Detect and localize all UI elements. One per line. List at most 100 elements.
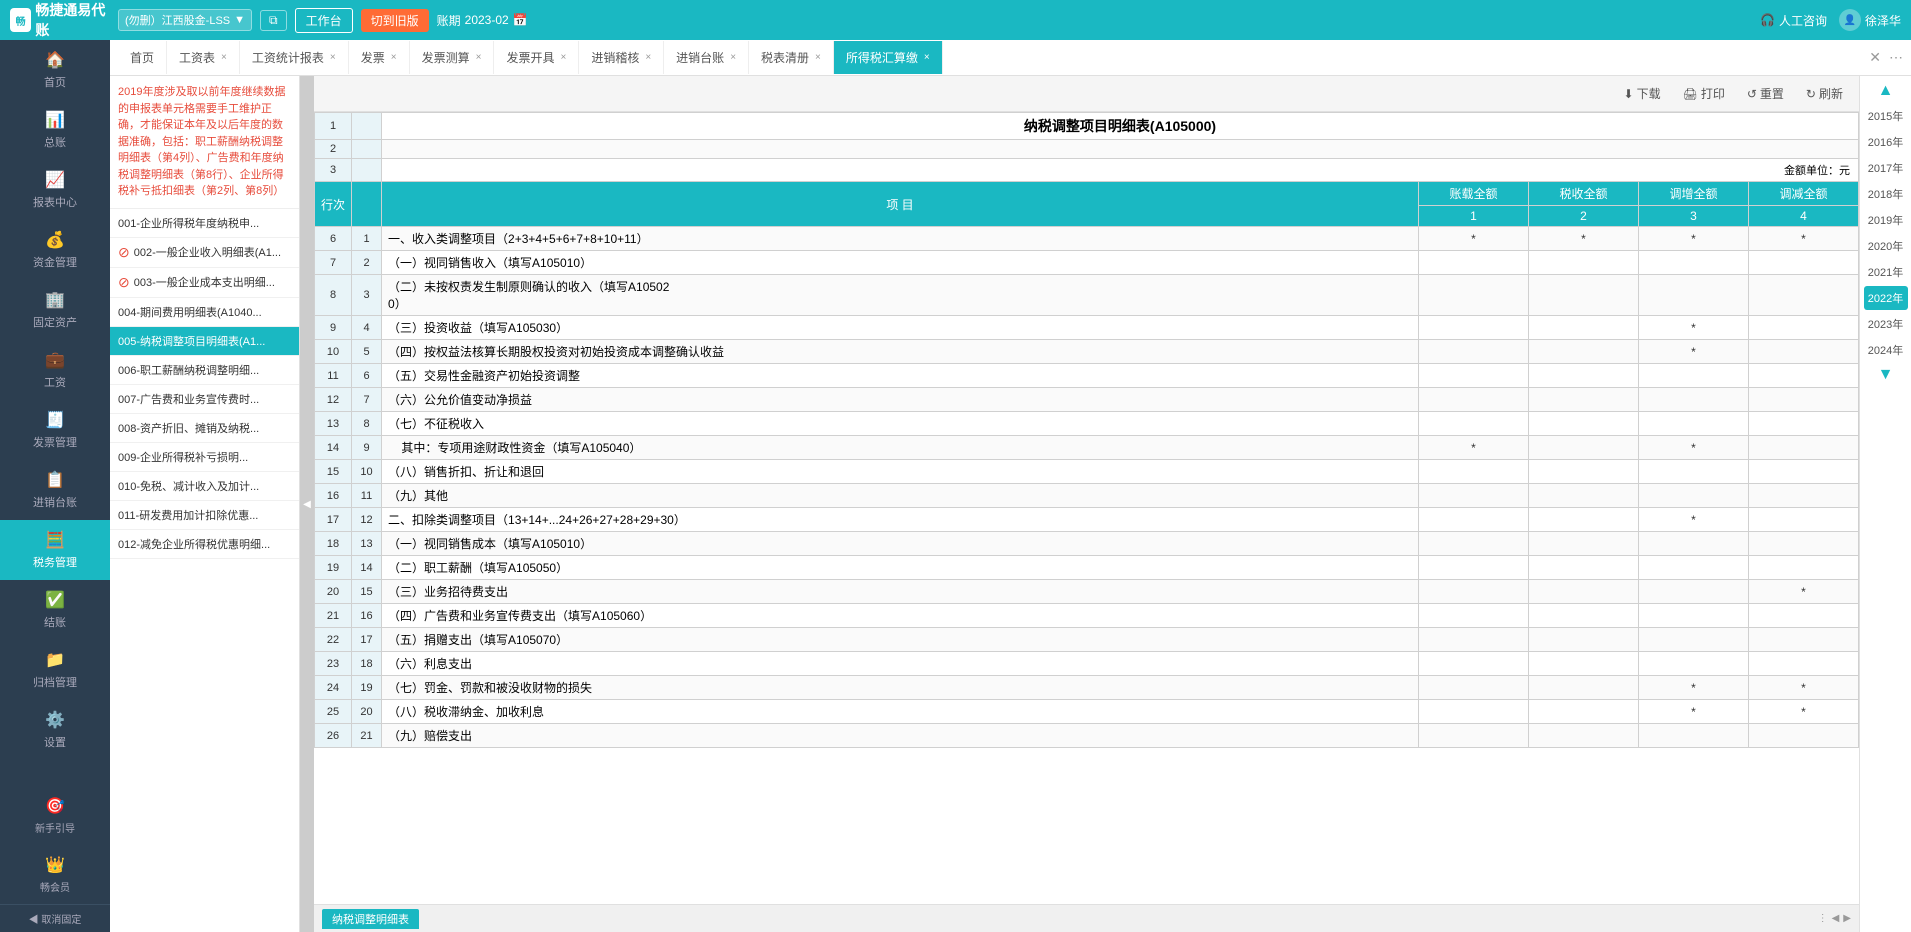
tab-close-purchase-ledger[interactable]: × (730, 52, 736, 63)
sidebar-item-home[interactable]: 🏠 首页 (0, 40, 110, 100)
year-nav-up[interactable]: ▲ (1876, 80, 1896, 102)
table-container[interactable]: 1 纳税调整项目明细表(A105000) 2 (314, 112, 1859, 904)
scroll-left[interactable]: ◀ (1832, 913, 1840, 924)
tab-purchase-check[interactable]: 进销稽核× (579, 41, 664, 74)
file-item-004[interactable]: 004-期间费用明细表(A1040... (110, 298, 299, 327)
bottom-bar: 纳税调整明细表 ⋮ ◀ ▶ (314, 904, 1859, 932)
left-panel: 2019年度涉及取以前年度继续数据的申报表单元格需要手工维护正确，才能保证本年及… (110, 76, 300, 932)
tab-invoice-calc[interactable]: 发票测算× (410, 41, 495, 74)
file-item-009[interactable]: 009-企业所得税补亏损明... (110, 443, 299, 472)
bottom-tab-item[interactable]: 纳税调整明细表 (322, 909, 419, 929)
sidebar-item-payroll[interactable]: 💼 工资 (0, 340, 110, 400)
sidebar-item-finance[interactable]: 💰 资金管理 (0, 220, 110, 280)
year-2015[interactable]: 2015年 (1864, 104, 1908, 128)
scroll-right[interactable]: ▶ (1843, 913, 1851, 924)
table-row: 18 13 （一）视同销售成本（填写A105010） (315, 532, 1859, 556)
right-panel: ⬇ 下载 🖨 打印 ↺ 重置 ↻ 刷新 (314, 76, 1859, 932)
old-version-button[interactable]: 切到旧版 (361, 9, 429, 32)
tab-close-income-tax[interactable]: × (924, 52, 930, 63)
refresh-button[interactable]: ↻ 刷新 (1800, 82, 1849, 105)
tab-close-invoice-calc[interactable]: × (476, 52, 482, 63)
sidebar-item-tax[interactable]: 🧮 税务管理 (0, 520, 110, 580)
download-button[interactable]: ⬇ 下载 (1618, 82, 1667, 105)
company-select[interactable]: (勿删）江西股金-LSS ▼ (118, 9, 252, 31)
tab-tax-table[interactable]: 税表清册× (749, 41, 834, 74)
reset-button[interactable]: ↺ 重置 (1741, 82, 1790, 105)
home-icon: 🏠 (45, 50, 65, 70)
sidebar-item-settings[interactable]: ⚙️ 设置 (0, 700, 110, 760)
copy-button[interactable]: ⧉ (260, 10, 287, 31)
file-item-011[interactable]: 011-研发费用加计扣除优惠... (110, 501, 299, 530)
file-item-008[interactable]: 008-资产折旧、摊销及纳税... (110, 414, 299, 443)
year-2022[interactable]: 2022年 (1864, 286, 1908, 310)
tab-close-tax-table[interactable]: × (815, 52, 821, 63)
sidebar-label-member: 畅会员 (40, 879, 70, 894)
table-row: 12 7 （六）公允价值变动净损益 (315, 388, 1859, 412)
print-button[interactable]: 🖨 打印 (1677, 82, 1731, 105)
tab-close-all[interactable]: ✕ (1869, 49, 1881, 66)
unpin-bar[interactable]: ◀ 取消固定 (0, 904, 110, 932)
year-2018[interactable]: 2018年 (1864, 182, 1908, 206)
tab-invoice-issue[interactable]: 发票开具× (494, 41, 579, 74)
file-item-005[interactable]: 005-纳税调整项目明细表(A1... (110, 327, 299, 356)
tab-home[interactable]: 首页 (118, 41, 167, 74)
error-dot-003: ⊘ (118, 274, 130, 291)
file-item-006[interactable]: 006-职工薪酬纳税调整明细... (110, 356, 299, 385)
tab-purchase-ledger[interactable]: 进销台账× (664, 41, 749, 74)
collapse-button[interactable]: ◀ (300, 76, 314, 932)
workbench-button[interactable]: 工作台 (295, 8, 353, 33)
user-area[interactable]: 👤 徐泽华 (1839, 9, 1901, 31)
sidebar-label-home: 首页 (44, 74, 66, 90)
file-item-012[interactable]: 012-减免企业所得税优惠明细... (110, 530, 299, 559)
sidebar-item-member[interactable]: 👑 畅会员 (0, 845, 110, 904)
table-row: 15 10 （八）销售折扣、折让和退回 (315, 460, 1859, 484)
year-2024[interactable]: 2024年 (1864, 338, 1908, 362)
sidebar-item-archive[interactable]: 📁 归档管理 (0, 640, 110, 700)
col-header-bookval: 账载全额 (1419, 182, 1529, 206)
payroll-icon: 💼 (45, 350, 65, 370)
sidebar-item-invoice[interactable]: 🧾 发票管理 (0, 400, 110, 460)
table-row: 24 19 （七）罚金、罚款和被没收财物的损失 * * (315, 676, 1859, 700)
year-2017[interactable]: 2017年 (1864, 156, 1908, 180)
tab-close-invoice-issue[interactable]: × (560, 52, 566, 63)
table-row: 7 2 （一）视同销售收入（填写A105010） (315, 251, 1859, 275)
tab-close-invoice[interactable]: × (391, 52, 397, 63)
tab-close-payroll[interactable]: × (221, 52, 227, 63)
sidebar-item-ledger[interactable]: 📊 总账 (0, 100, 110, 160)
year-2020[interactable]: 2020年 (1864, 234, 1908, 258)
sidebar-item-reports[interactable]: 📈 报表中心 (0, 160, 110, 220)
tab-close-payroll-stats[interactable]: × (330, 52, 336, 63)
calendar-icon[interactable]: 📅 (513, 13, 528, 27)
table-header-row: 行次 项 目 账载全额 税收全额 调增全额 调减全额 (315, 182, 1859, 206)
tab-invoice[interactable]: 发票× (349, 41, 410, 74)
avatar: 👤 (1839, 9, 1861, 31)
table-row: 2 (315, 140, 1859, 159)
sidebar-item-assets[interactable]: 🏢 固定资产 (0, 280, 110, 340)
col-header-project: 项 目 (382, 182, 1419, 227)
year-nav-down[interactable]: ▼ (1876, 364, 1896, 386)
sidebar-label-settings: 设置 (44, 734, 66, 750)
year-2019[interactable]: 2019年 (1864, 208, 1908, 232)
tab-payroll-stats[interactable]: 工资统计报表× (240, 41, 349, 74)
table-row: 25 20 （八）税收滞纳金、加收利息 * * (315, 700, 1859, 724)
year-2016[interactable]: 2016年 (1864, 130, 1908, 154)
consult-area[interactable]: 🎧 人工咨询 (1760, 12, 1827, 29)
tab-close-purchase-check[interactable]: × (645, 52, 651, 63)
file-item-010[interactable]: 010-免税、减计收入及加计... (110, 472, 299, 501)
sidebar-item-close[interactable]: ✅ 结账 (0, 580, 110, 640)
tab-more[interactable]: ⋯ (1889, 49, 1903, 66)
year-2023[interactable]: 2023年 (1864, 312, 1908, 336)
period-area: 账期 2023-02 📅 (437, 12, 528, 29)
tab-payroll[interactable]: 工资表× (167, 41, 240, 74)
year-2021[interactable]: 2021年 (1864, 260, 1908, 284)
file-item-003[interactable]: ⊘ 003-一般企业成本支出明细... (110, 268, 299, 298)
file-item-002[interactable]: ⊘ 002-一般企业收入明细表(A1... (110, 238, 299, 268)
file-item-001[interactable]: 001-企业所得税年度纳税申... (110, 209, 299, 238)
file-item-007[interactable]: 007-广告费和业务宣传费时... (110, 385, 299, 414)
tab-income-tax[interactable]: 所得税汇算缴× (834, 41, 943, 74)
scroll-dots: ⋮ (1818, 913, 1828, 924)
invoice-icon: 🧾 (45, 410, 65, 430)
sidebar-item-purchase[interactable]: 📋 进销台账 (0, 460, 110, 520)
download-icon: ⬇ (1624, 87, 1634, 101)
sidebar-item-guide[interactable]: 🎯 新手引导 (0, 786, 110, 845)
